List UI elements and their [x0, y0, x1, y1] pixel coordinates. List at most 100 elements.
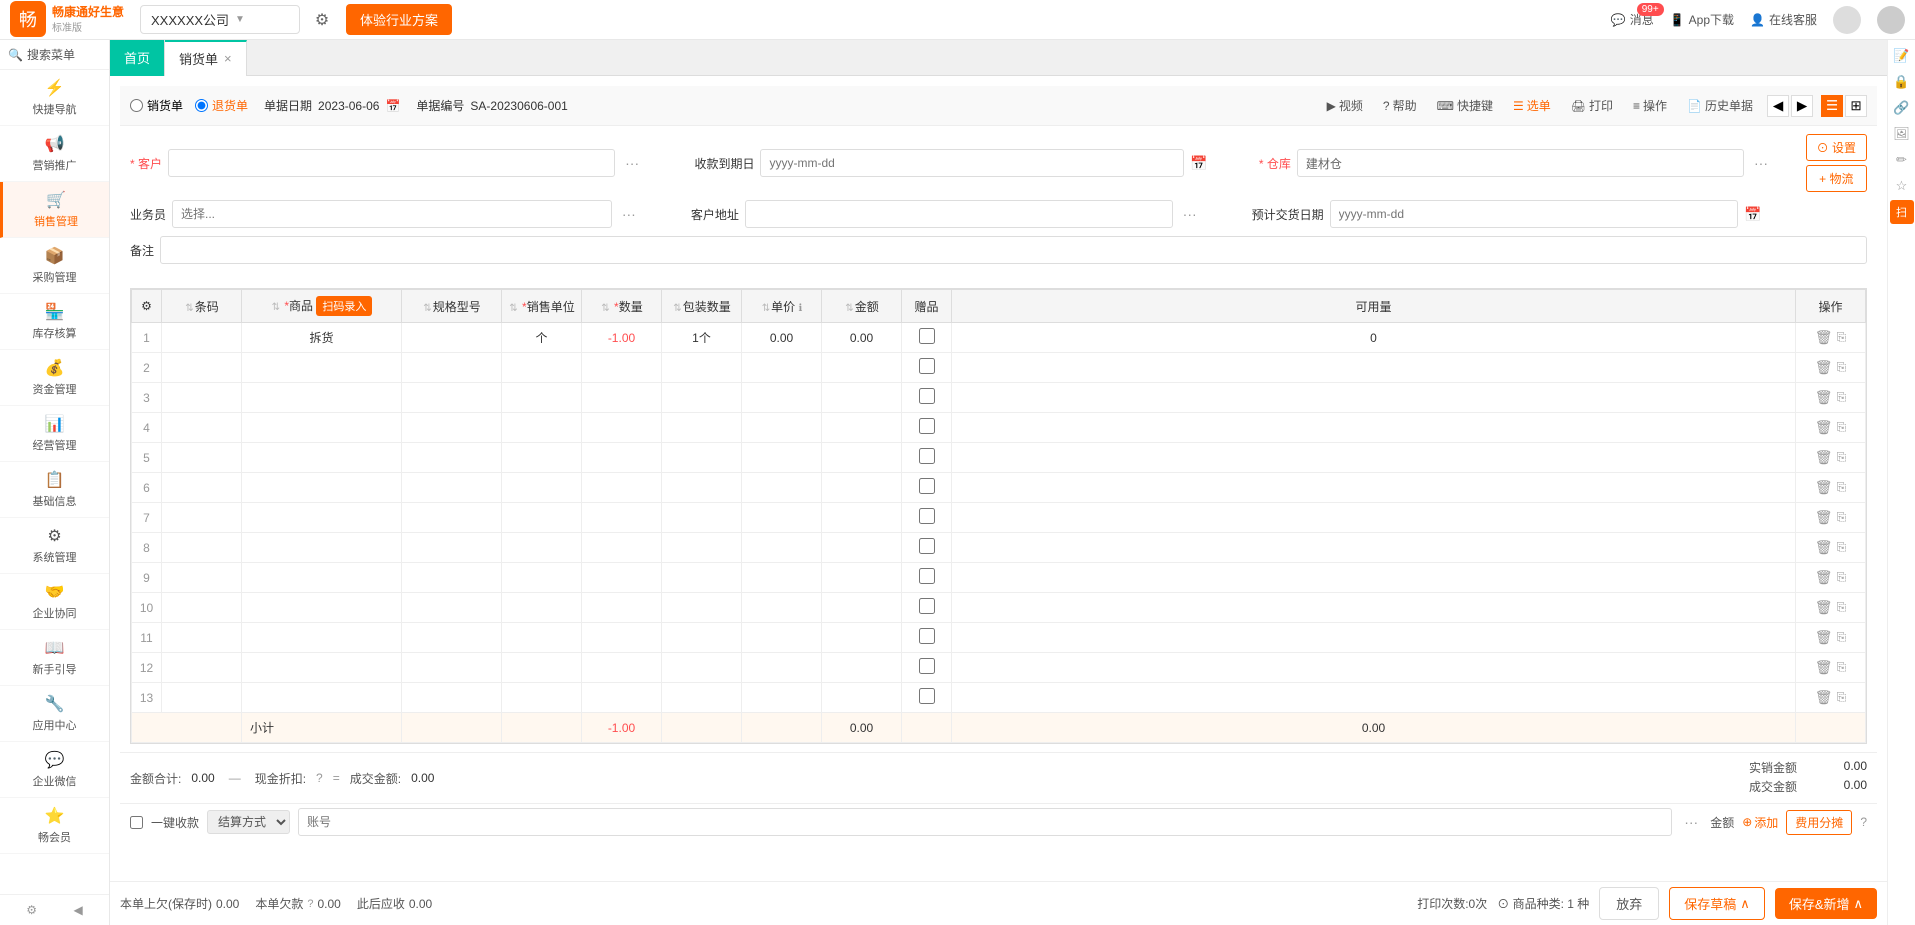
right-tool-edit[interactable]: ✏ [1890, 148, 1914, 172]
gift-checkbox-6[interactable] [919, 478, 935, 494]
copy-row-4[interactable]: ⎘ [1837, 420, 1847, 435]
right-tool-scan[interactable]: 扫 [1890, 200, 1914, 224]
sidebar-item-wechat[interactable]: 💬 企业微信 [0, 742, 109, 798]
th-settings[interactable]: ⚙ [132, 290, 162, 323]
th-spec[interactable]: ⇅规格型号 [402, 290, 502, 323]
sidebar-item-purchase[interactable]: 📦 采购管理 [0, 238, 109, 294]
sidebar-item-finance[interactable]: 💰 资金管理 [0, 350, 109, 406]
delete-row-9[interactable]: 🗑 [1815, 569, 1833, 586]
fee-split-button[interactable]: 费用分摊 [1786, 810, 1852, 835]
gift-checkbox-7[interactable] [919, 508, 935, 524]
gift-checkbox-5[interactable] [919, 448, 935, 464]
gift-checkbox-11[interactable] [919, 628, 935, 644]
copy-row-10[interactable]: ⎘ [1837, 600, 1847, 615]
gift-checkbox-13[interactable] [919, 688, 935, 704]
salesperson-input[interactable] [172, 200, 612, 228]
copy-row-11[interactable]: ⎘ [1837, 630, 1847, 645]
th-unit-price[interactable]: ⇅单价 ℹ [742, 290, 822, 323]
delete-row-11[interactable]: 🗑 [1815, 629, 1833, 646]
gift-checkbox-12[interactable] [919, 658, 935, 674]
payment-date-input[interactable] [760, 149, 1184, 177]
next-arrow[interactable]: ▶ [1791, 95, 1813, 117]
th-goods[interactable]: ⇅ *商品 扫码录入 [242, 290, 402, 323]
expected-date-calendar-icon[interactable]: 📅 [1744, 206, 1761, 223]
history-button[interactable]: 📄 历史单据 [1681, 94, 1759, 117]
sales-order-radio[interactable]: 销货单 [130, 97, 183, 114]
add-payment-button[interactable]: ⊕ 添加 [1742, 814, 1778, 831]
calendar-icon[interactable]: 📅 [385, 99, 400, 113]
gift-checkbox-10[interactable] [919, 598, 935, 614]
right-tool-lock[interactable]: 🔒 [1890, 70, 1914, 94]
delete-row-6[interactable]: 🗑 [1815, 479, 1833, 496]
gift-checkbox-2[interactable] [919, 358, 935, 374]
delete-row-2[interactable]: 🗑 [1815, 359, 1833, 376]
copy-row-13[interactable]: ⎘ [1837, 690, 1847, 705]
settlement-method-select[interactable]: 结算方式 [207, 810, 290, 834]
sidebar-search[interactable]: 🔍 搜索菜单 [0, 40, 109, 70]
action-button[interactable]: ≡ 操作 [1627, 94, 1673, 117]
settings-gear-button[interactable]: ⚙ [308, 6, 336, 34]
online-support-button[interactable]: 👤 在线客服 [1750, 11, 1817, 28]
sidebar-item-appstore[interactable]: 🔧 应用中心 [0, 686, 109, 742]
warehouse-ellipsis[interactable]: ··· [1750, 155, 1772, 171]
sidebar-item-inventory[interactable]: 🏪 库存核算 [0, 294, 109, 350]
tab-close-icon[interactable]: × [224, 51, 232, 66]
tab-home[interactable]: 首页 [110, 40, 165, 76]
select-order-button[interactable]: ☰ 选单 [1507, 94, 1557, 117]
amount-cell-1[interactable]: 0.00 [822, 323, 902, 353]
help-button[interactable]: ? 帮助 [1377, 94, 1423, 117]
delete-row-13[interactable]: 🗑 [1815, 689, 1833, 706]
copy-row-12[interactable]: ⎘ [1837, 660, 1847, 675]
gift-checkbox-3[interactable] [919, 388, 935, 404]
sidebar-item-quick-nav[interactable]: ⚡ 快捷导航 [0, 70, 109, 126]
pkg-qty-cell-1[interactable]: 1个 [662, 323, 742, 353]
customer-input[interactable] [168, 149, 615, 177]
gift-checkbox-1[interactable] [919, 328, 935, 344]
th-qty[interactable]: ⇅ *数量 [582, 290, 662, 323]
th-gift[interactable]: 赠品 [902, 290, 952, 323]
logistics-button[interactable]: + 物流 [1806, 165, 1867, 192]
print-button[interactable]: 🖨 打印 [1565, 94, 1619, 117]
unit-price-cell-1[interactable]: 0.00 [742, 323, 822, 353]
sidebar-item-operation[interactable]: 📊 经营管理 [0, 406, 109, 462]
onetime-payment-checkbox[interactable] [130, 816, 143, 829]
barcode-cell-1[interactable] [162, 323, 242, 353]
delete-row-10[interactable]: 🗑 [1815, 599, 1833, 616]
delete-row-1[interactable]: 🗑 [1815, 329, 1833, 346]
sidebar-item-marketing[interactable]: 📢 营销推广 [0, 126, 109, 182]
customer-ellipsis[interactable]: ··· [621, 155, 643, 171]
customer-addr-input[interactable] [745, 200, 1173, 228]
list-view-btn[interactable]: ☰ [1821, 95, 1843, 117]
gift-checkbox-9[interactable] [919, 568, 935, 584]
sidebar-item-newbie[interactable]: 📖 新手引导 [0, 630, 109, 686]
gift-cell-1[interactable] [902, 323, 952, 353]
copy-row-6[interactable]: ⎘ [1837, 480, 1847, 495]
th-barcode[interactable]: ⇅条码 [162, 290, 242, 323]
right-tool-star[interactable]: ☆ [1890, 174, 1914, 198]
scan-button[interactable]: 扫码录入 [316, 296, 372, 316]
salesperson-ellipsis[interactable]: ··· [618, 206, 640, 222]
settings-button[interactable]: ⊙ 设置 [1806, 134, 1867, 161]
short-help-icon[interactable]: ? [307, 898, 313, 910]
message-button[interactable]: 💬 消息 99+ [1611, 11, 1654, 28]
th-available[interactable]: 可用量 [952, 290, 1796, 323]
sales-radio-input[interactable] [130, 99, 143, 112]
return-radio-input[interactable] [195, 99, 208, 112]
draft-button[interactable]: 保存草稿 ∧ [1669, 887, 1765, 920]
expected-date-input[interactable] [1330, 200, 1738, 228]
right-tool-image[interactable]: 🖼 [1890, 122, 1914, 146]
delete-row-4[interactable]: 🗑 [1815, 419, 1833, 436]
spec-cell-1[interactable] [402, 323, 502, 353]
account-no-input[interactable] [298, 808, 1672, 836]
avatar[interactable] [1833, 6, 1861, 34]
right-tool-note[interactable]: 📝 [1890, 44, 1914, 68]
sidebar-item-basic[interactable]: 📋 基础信息 [0, 462, 109, 518]
unit-cell-1[interactable]: 个 [502, 323, 582, 353]
delete-row-12[interactable]: 🗑 [1815, 659, 1833, 676]
delete-row-3[interactable]: 🗑 [1815, 389, 1833, 406]
warehouse-input[interactable] [1297, 149, 1744, 177]
save-new-button[interactable]: 保存&新增 ∧ [1775, 888, 1877, 919]
abandon-button[interactable]: 放弃 [1599, 887, 1659, 920]
app-download-button[interactable]: 📱 App下载 [1670, 11, 1734, 28]
sidebar-gear-icon[interactable]: ⚙ [26, 903, 37, 917]
